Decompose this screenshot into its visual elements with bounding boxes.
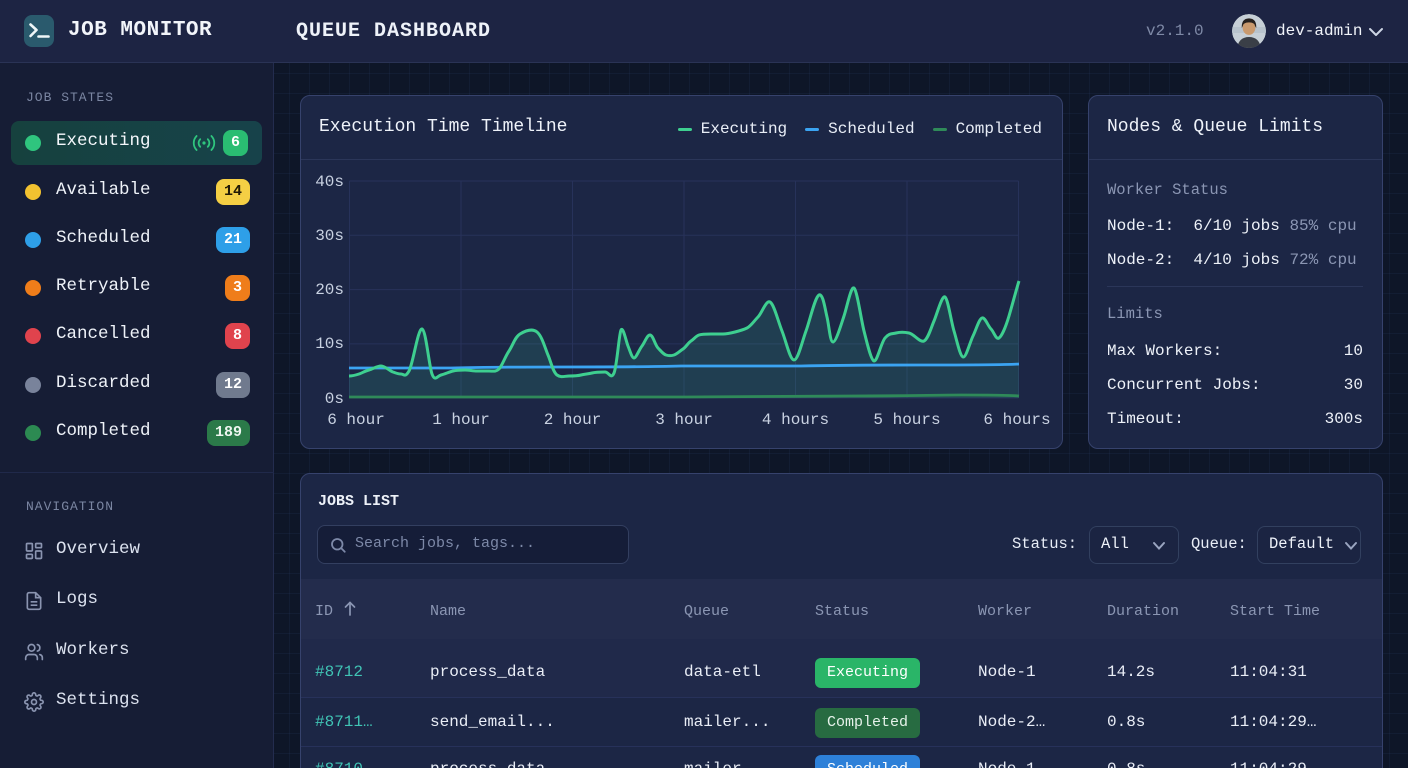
svg-text:0s: 0s	[325, 390, 344, 408]
svg-text:1 hour: 1 hour	[432, 411, 490, 429]
svg-text:20s: 20s	[315, 281, 344, 299]
svg-text:6 hour: 6 hour	[327, 411, 385, 429]
svg-text:3 hour: 3 hour	[655, 411, 713, 429]
svg-text:5 hours: 5 hours	[873, 411, 940, 429]
svg-text:40s: 40s	[315, 173, 344, 191]
svg-text:30s: 30s	[315, 227, 344, 245]
svg-text:10s: 10s	[315, 335, 344, 353]
svg-text:4 hours: 4 hours	[762, 411, 829, 429]
svg-text:6 hours: 6 hours	[983, 411, 1050, 429]
svg-text:2 hour: 2 hour	[544, 411, 602, 429]
